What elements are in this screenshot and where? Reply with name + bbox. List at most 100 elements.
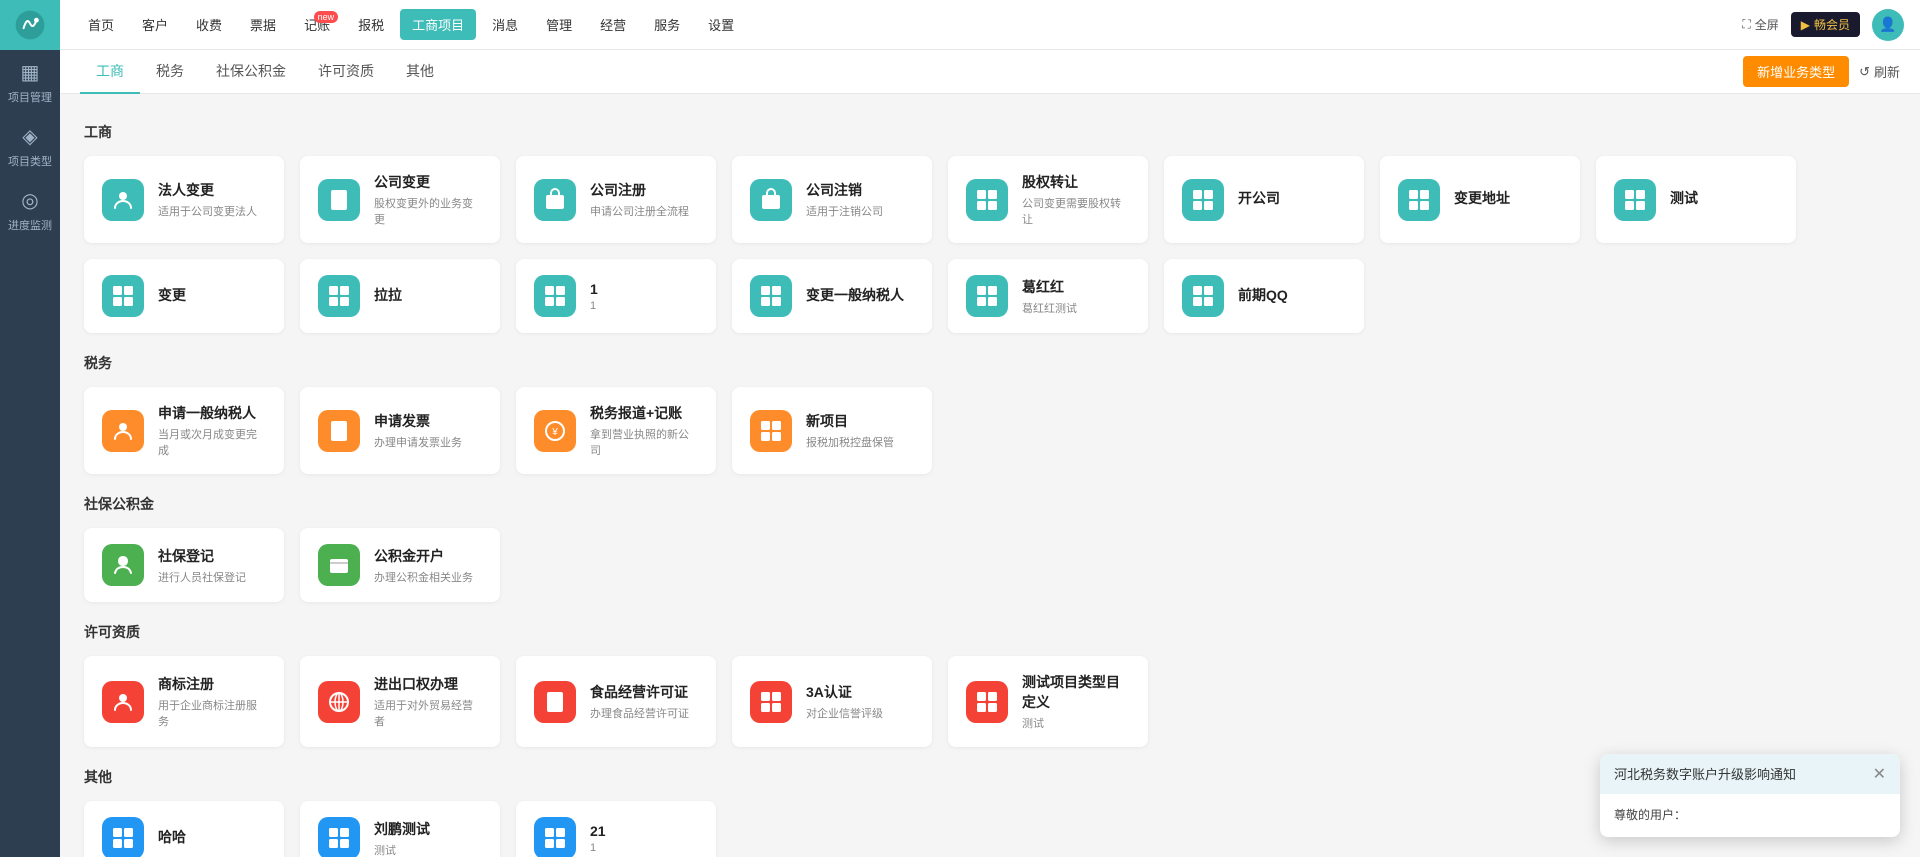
card-legal-change[interactable]: 法人变更适用于公司变更法人 <box>84 156 284 243</box>
sidebar-item-progress-monitor[interactable]: ◎ 进度监测 <box>0 178 60 242</box>
card-haha[interactable]: 哈哈 <box>84 801 284 857</box>
card-test-type-def[interactable]: 测试项目类型目定义测试 <box>948 656 1148 747</box>
nav-clients[interactable]: 客户 <box>130 9 180 40</box>
card-lala[interactable]: 拉拉 <box>300 259 500 333</box>
card-desc-trademark: 用于企业商标注册服务 <box>158 697 266 729</box>
cards-grid-gongshang: 法人变更适用于公司变更法人 公司变更股权变更外的业务变更 公司注册申请公司注册全… <box>84 156 1896 333</box>
card-change-gen-tax[interactable]: 变更一般纳税人 <box>732 259 932 333</box>
notification-close[interactable]: ✕ <box>1873 764 1886 784</box>
card-company-change[interactable]: 公司变更股权变更外的业务变更 <box>300 156 500 243</box>
cards-grid-xuke: 商标注册用于企业商标注册服务 进出口权办理适用于对外贸易经营者 食品经营许可证办… <box>84 656 1896 747</box>
card-icon-apply-invoice <box>318 410 360 452</box>
card-qianqi-qq[interactable]: 前期QQ <box>1164 259 1364 333</box>
nav-billing[interactable]: 收费 <box>184 9 234 40</box>
card-name-gehonghong: 葛红红 <box>1022 277 1130 297</box>
notification-title: 河北税务数字账户升级影响通知 <box>1614 764 1796 783</box>
card-new-project[interactable]: 新项目报税加税控盘保管 <box>732 387 932 474</box>
card-apply-general-tax[interactable]: 申请一般纳税人当月或次月成变更完成 <box>84 387 284 474</box>
card-desc-tax-report-accounting: 拿到营业执照的新公司 <box>590 426 698 458</box>
card-name-new-project: 新项目 <box>806 411 914 431</box>
svg-text:¥: ¥ <box>551 427 558 438</box>
project-type-icon: ◈ <box>22 124 37 149</box>
avatar[interactable]: 👤 <box>1872 9 1904 41</box>
card-food-license[interactable]: 食品经营许可证办理食品经营许可证 <box>516 656 716 747</box>
cards-grid-shuiwu: 申请一般纳税人当月或次月成变更完成 申请发票办理申请发票业务 ¥ 税务报道+记账… <box>84 387 1896 474</box>
sidebar-item-project-type[interactable]: ◈ 项目类型 <box>0 114 60 178</box>
card-icon-legal-change <box>102 179 144 221</box>
card-name-tax-report-accounting: 税务报道+记账 <box>590 403 698 423</box>
section-title-gongshang: 工商 <box>84 122 1896 142</box>
card-desc-company-register: 申请公司注册全流程 <box>590 203 698 219</box>
card-trademark[interactable]: 商标注册用于企业商标注册服务 <box>84 656 284 747</box>
card-icon-change <box>102 275 144 317</box>
card-liu-peng-test[interactable]: 刘鹏测试测试 <box>300 801 500 857</box>
fullscreen-button[interactable]: ⛶ 全屏 <box>1742 16 1778 33</box>
card-fund-account[interactable]: 公积金开户办理公积金相关业务 <box>300 528 500 602</box>
card-desc-social-register: 进行人员社保登记 <box>158 569 266 585</box>
content-area: 工商 税务 社保公积金 许可资质 其他 新增业务类型 ↺ 刷新 工商 <box>60 50 1920 857</box>
card-name-legal-change: 法人变更 <box>158 180 266 200</box>
card-test[interactable]: 测试 <box>1596 156 1796 243</box>
card-name-change-address: 变更地址 <box>1454 188 1562 208</box>
nav-messages[interactable]: 消息 <box>480 9 530 40</box>
card-desc-legal-change: 适用于公司变更法人 <box>158 203 266 219</box>
card-num21[interactable]: 211 <box>516 801 716 857</box>
card-icon-num1 <box>534 275 576 317</box>
nav-home[interactable]: 首页 <box>76 9 126 40</box>
card-name-lala: 拉拉 <box>374 285 482 305</box>
card-icon-fund-account <box>318 544 360 586</box>
card-desc-num1: 1 <box>590 300 698 312</box>
tab-license[interactable]: 许可资质 <box>302 50 390 94</box>
card-change-address[interactable]: 变更地址 <box>1380 156 1580 243</box>
nav-accounting[interactable]: 记账 new <box>292 9 342 40</box>
vip-icon: ▶ <box>1801 18 1810 32</box>
card-icon-import-export <box>318 681 360 723</box>
card-social-register[interactable]: 社保登记进行人员社保登记 <box>84 528 284 602</box>
nav-tax[interactable]: 报税 <box>346 9 396 40</box>
sidebar-logo[interactable] <box>0 0 60 50</box>
notification-header: 河北税务数字账户升级影响通知 ✕ <box>1600 754 1900 794</box>
card-num1[interactable]: 11 <box>516 259 716 333</box>
card-tax-report-accounting[interactable]: ¥ 税务报道+记账拿到营业执照的新公司 <box>516 387 716 474</box>
nav-bizproject[interactable]: 工商项目 <box>400 9 476 40</box>
notification-popup: 河北税务数字账户升级影响通知 ✕ 尊敬的用户： <box>1600 754 1900 837</box>
card-company-cancel[interactable]: 公司注销适用于注销公司 <box>732 156 932 243</box>
card-icon-tax-report-accounting: ¥ <box>534 410 576 452</box>
card-3a-cert[interactable]: 3A认证对企业信誉评级 <box>732 656 932 747</box>
card-icon-company-cancel <box>750 179 792 221</box>
tab-other[interactable]: 其他 <box>390 50 450 94</box>
card-import-export[interactable]: 进出口权办理适用于对外贸易经营者 <box>300 656 500 747</box>
card-icon-company-change <box>318 179 360 221</box>
section-shuiwu: 税务 申请一般纳税人当月或次月成变更完成 申请发票办理申请发票业务 ¥ 税务报道… <box>84 353 1896 474</box>
card-desc-gehonghong: 葛红红测试 <box>1022 300 1130 316</box>
new-type-button[interactable]: 新增业务类型 <box>1743 56 1849 87</box>
card-gehonghong[interactable]: 葛红红葛红红测试 <box>948 259 1148 333</box>
card-apply-invoice[interactable]: 申请发票办理申请发票业务 <box>300 387 500 474</box>
nav-tickets[interactable]: 票据 <box>238 9 288 40</box>
card-desc-num21: 1 <box>590 842 698 854</box>
card-equity-transfer[interactable]: 股权转让公司变更需要股权转让 <box>948 156 1148 243</box>
tab-tax[interactable]: 税务 <box>140 50 200 94</box>
nav-service[interactable]: 服务 <box>642 9 692 40</box>
nav-manage[interactable]: 管理 <box>534 9 584 40</box>
card-change[interactable]: 变更 <box>84 259 284 333</box>
card-open-company[interactable]: 开公司 <box>1164 156 1364 243</box>
main-area: 首页 客户 收费 票据 记账 new 报税 工商项目 消息 管理 经营 服务 设… <box>60 0 1920 857</box>
card-company-register[interactable]: 公司注册申请公司注册全流程 <box>516 156 716 243</box>
tab-bizreg[interactable]: 工商 <box>80 50 140 94</box>
nav-settings[interactable]: 设置 <box>696 9 746 40</box>
nav-ops[interactable]: 经营 <box>588 9 638 40</box>
section-title-xuke: 许可资质 <box>84 622 1896 642</box>
card-desc-import-export: 适用于对外贸易经营者 <box>374 697 482 729</box>
vip-button[interactable]: ▶ 畅会员 <box>1791 12 1860 37</box>
card-icon-open-company <box>1182 179 1224 221</box>
sidebar-item-project-manage[interactable]: ▦ 项目管理 <box>0 50 60 114</box>
tab-social[interactable]: 社保公积金 <box>200 50 302 94</box>
card-icon-num21 <box>534 817 576 857</box>
card-name-company-cancel: 公司注销 <box>806 180 914 200</box>
refresh-button[interactable]: ↺ 刷新 <box>1859 62 1900 81</box>
tab-bar: 工商 税务 社保公积金 许可资质 其他 新增业务类型 ↺ 刷新 <box>60 50 1920 94</box>
card-name-test: 测试 <box>1670 188 1778 208</box>
card-name-change: 变更 <box>158 285 266 305</box>
new-badge: new <box>314 11 339 23</box>
